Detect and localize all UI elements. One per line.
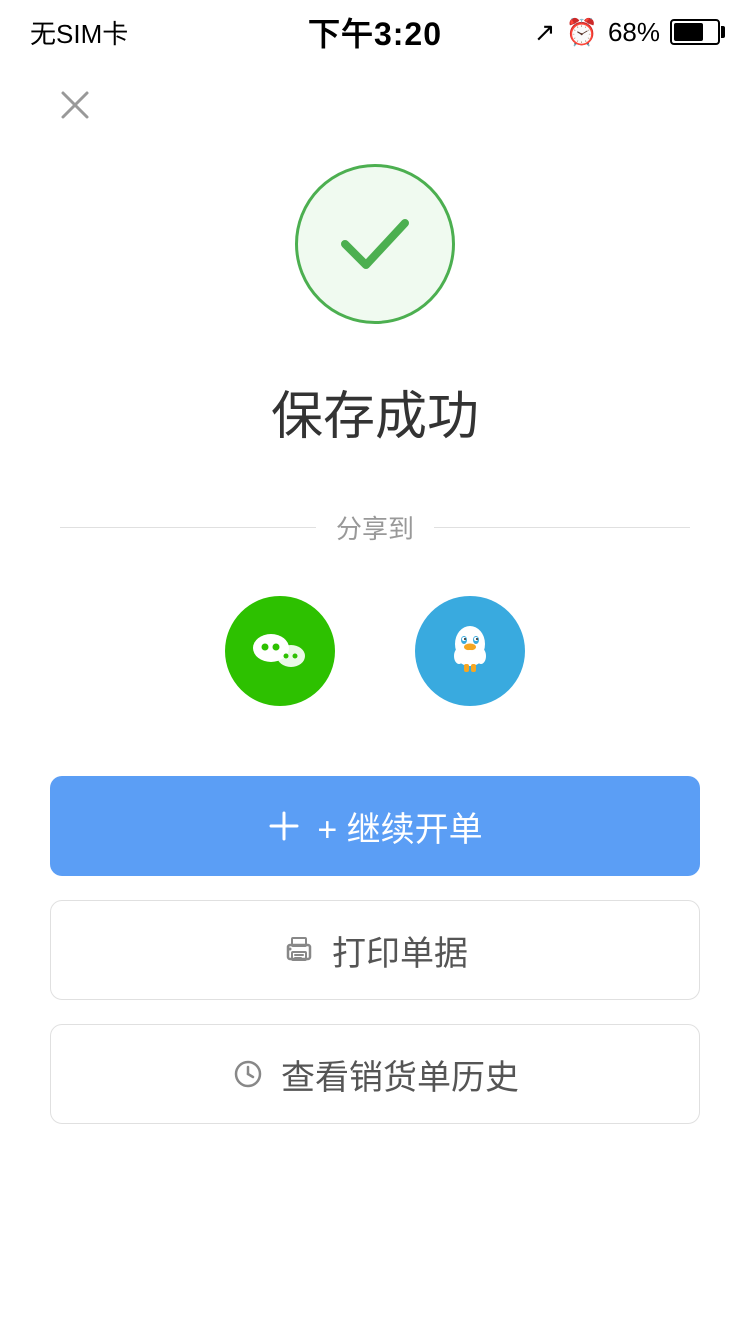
share-icons	[225, 596, 525, 706]
battery-text: 68%	[608, 17, 660, 48]
wechat-share-button[interactable]	[225, 596, 335, 706]
qq-share-button[interactable]	[415, 596, 525, 706]
success-title: 保存成功	[271, 374, 479, 449]
status-time: 下午3:20	[308, 9, 442, 55]
divider-left	[60, 527, 316, 528]
history-label: 查看销货单历史	[281, 1050, 519, 1099]
continue-label: + 继续开单	[317, 802, 482, 851]
history-button[interactable]: 查看销货单历史	[50, 1024, 700, 1124]
status-bar: 无SIM卡 下午3:20 ↗ ⏰ 68%	[0, 0, 750, 64]
share-divider: 分享到	[0, 509, 750, 546]
main-content: 保存成功 分享到	[0, 64, 750, 1124]
print-label: 打印单据	[332, 926, 468, 975]
printer-icon	[282, 933, 316, 967]
history-icon	[231, 1057, 265, 1091]
status-right: ↗ ⏰ 68%	[534, 17, 720, 48]
close-button[interactable]	[50, 80, 100, 130]
status-left: 无SIM卡	[30, 14, 138, 51]
battery-icon	[670, 19, 720, 45]
share-section: 分享到	[0, 509, 750, 706]
continue-button[interactable]: + 继续开单	[50, 776, 700, 876]
alarm-icon: ⏰	[566, 17, 598, 48]
success-icon-circle	[295, 164, 455, 324]
location-icon: ↗	[534, 17, 556, 48]
divider-right	[434, 527, 690, 528]
print-button[interactable]: 打印单据	[50, 900, 700, 1000]
carrier-text: 无SIM卡	[30, 14, 128, 51]
action-buttons: + 继续开单 打印单据	[0, 776, 750, 1124]
share-label: 分享到	[316, 509, 434, 546]
plus-icon	[267, 809, 301, 843]
